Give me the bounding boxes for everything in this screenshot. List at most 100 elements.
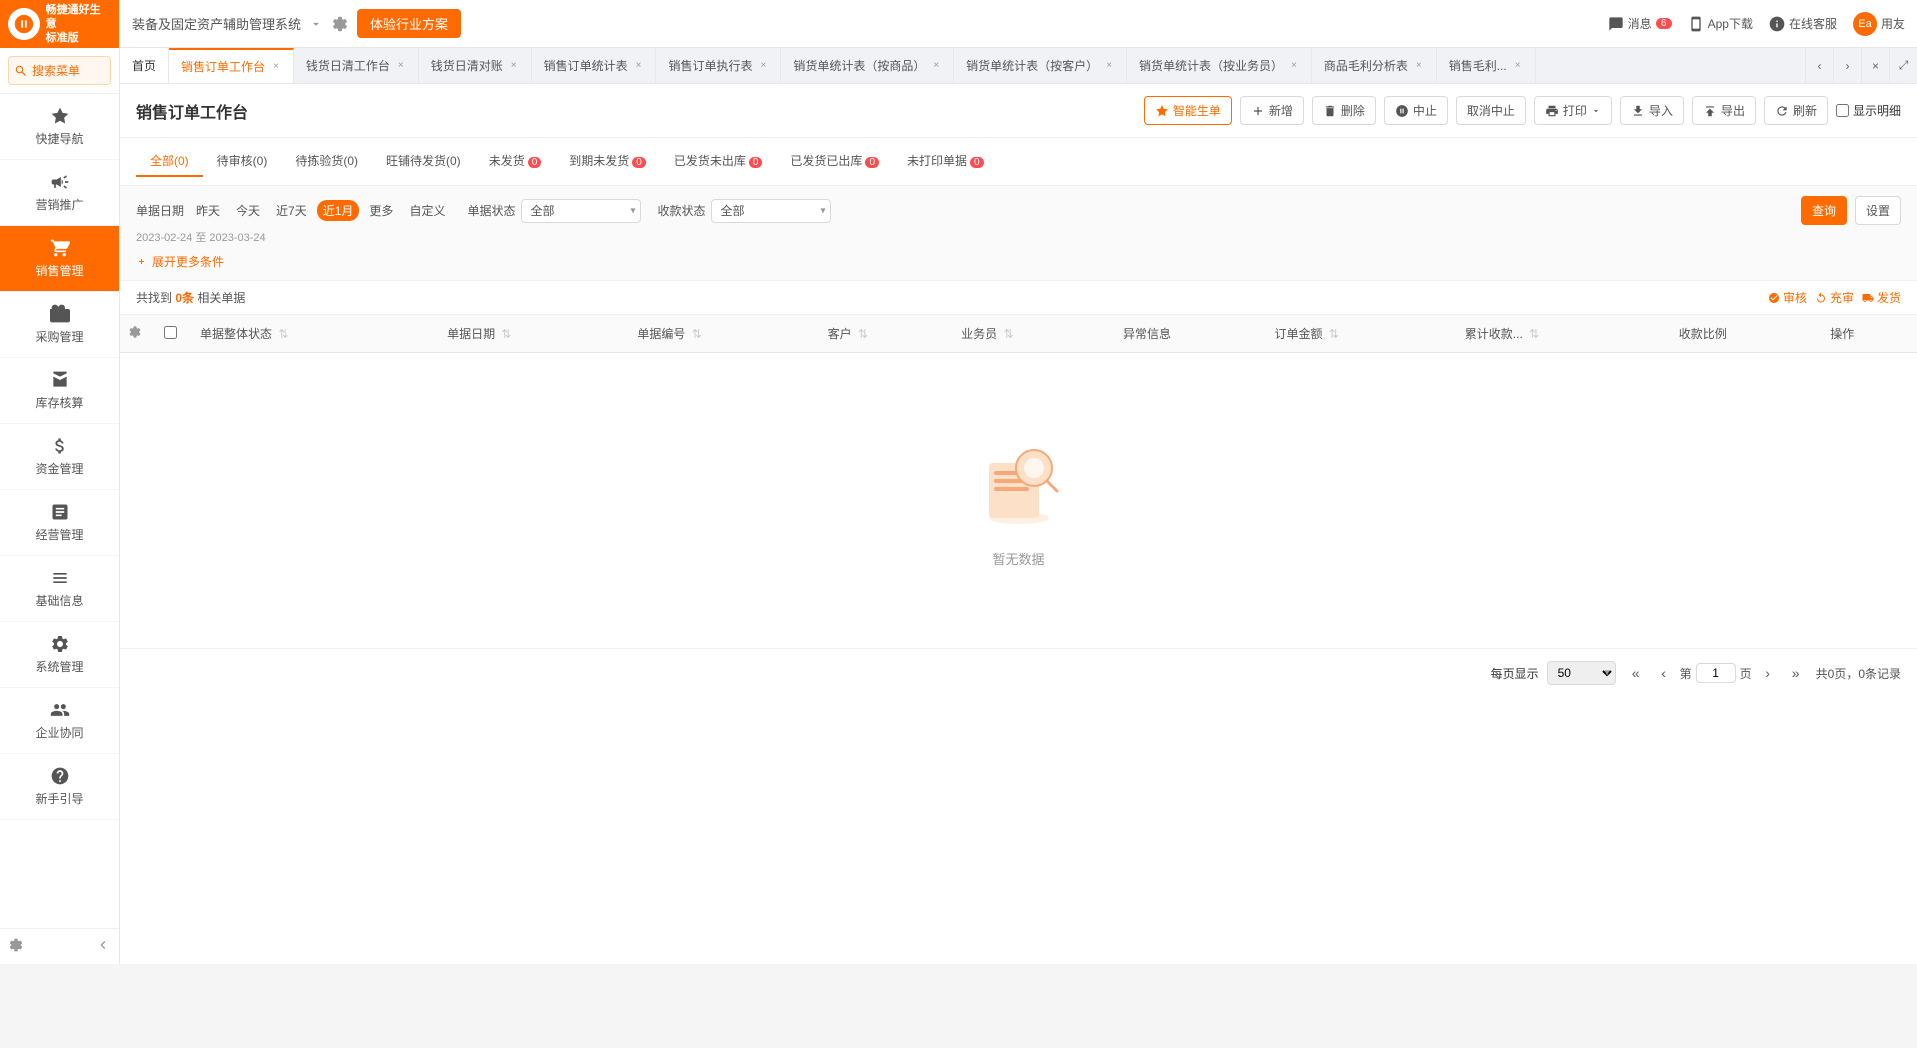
col-settings[interactable] [120,315,156,353]
delete-button[interactable]: 删除 [1312,96,1376,125]
col-checkbox[interactable] [156,315,192,353]
settings-icon[interactable] [8,937,24,956]
message-button[interactable]: 消息 6 [1608,15,1672,32]
tab-close-all[interactable]: × [1861,48,1889,84]
tab-cash-reconcile[interactable]: 钱货日清对账 × [419,48,532,84]
tab-scroll-left[interactable]: ‹ [1805,48,1833,84]
date-opt-more[interactable]: 更多 [363,200,399,221]
date-opt-today[interactable]: 今天 [230,200,266,221]
tab-close-icon[interactable]: × [271,60,281,73]
col-amount[interactable]: 订单金额 ⇅ [1267,315,1457,353]
filter-tab-pending-check[interactable]: 待拣验货(0) [281,146,372,177]
tab-close-icon[interactable]: × [396,59,406,72]
filter-tab-shipped-out[interactable]: 已发货已出库0 [776,146,893,177]
sidebar-item-quick-nav[interactable]: 快捷导航 [0,94,119,160]
filter-tab-wangpu-pending[interactable]: 旺铺待发货(0) [372,146,475,177]
tab-cash-daily[interactable]: 钱货日清工作台 × [294,48,419,84]
tab-sales-execute[interactable]: 销售订单执行表 × [656,48,781,84]
tab-maximize[interactable]: ⤢ [1889,48,1917,84]
col-collected[interactable]: 累计收款... ⇅ [1457,315,1671,353]
ship-action[interactable]: 发货 [1862,289,1901,306]
col-customer[interactable]: 客户 ⇅ [820,315,953,353]
app-download-button[interactable]: App下载 [1688,15,1753,32]
tab-close-icon[interactable]: × [634,59,644,72]
sidebar-item-sales[interactable]: 销售管理 [0,226,119,292]
tab-close-icon[interactable]: × [1414,59,1424,72]
show-detail-checkbox-label[interactable]: 显示明细 [1836,102,1901,119]
col-salesperson[interactable]: 业务员 ⇅ [953,315,1115,353]
sidebar-item-finance[interactable]: 资金管理 [0,424,119,490]
tab-sales-staff[interactable]: 销货单统计表（按业务员） × [1127,48,1312,84]
revoke-action[interactable]: 充审 [1815,289,1854,306]
dropdown-icon[interactable] [309,17,323,31]
collapse-icon[interactable] [95,937,111,956]
next-page-button[interactable]: › [1756,661,1780,685]
cancel-stop-button[interactable]: 取消中止 [1456,96,1526,125]
filter-tab-all[interactable]: 全部(0) [136,146,203,177]
sidebar-item-inventory[interactable]: 库存核算 [0,358,119,424]
tab-profit-analysis[interactable]: 商品毛利分析表 × [1312,48,1437,84]
online-service-button[interactable]: 在线客服 [1769,15,1837,32]
add-button[interactable]: 新增 [1240,96,1304,125]
filter-tab-not-printed[interactable]: 未打印单据0 [893,146,998,177]
tab-sales-product[interactable]: 销货单统计表（按商品） × [781,48,954,84]
tab-close-icon[interactable]: × [1104,59,1114,72]
filter-tab-pending-audit[interactable]: 待审核(0) [203,146,282,177]
tab-sales-customer[interactable]: 销货单统计表（按客户） × [954,48,1127,84]
stop-button[interactable]: 中止 [1384,96,1448,125]
tab-scroll-right[interactable]: › [1833,48,1861,84]
tab-home[interactable]: 首页 [120,48,169,84]
date-opt-custom[interactable]: 自定义 [403,200,451,221]
solution-button[interactable]: 体验行业方案 [357,9,461,38]
tab-close-icon[interactable]: × [758,59,768,72]
last-page-button[interactable]: » [1784,661,1808,685]
first-page-button[interactable]: « [1624,661,1648,685]
import-button[interactable]: 导入 [1620,96,1684,125]
search-menu-button[interactable]: 搜索菜单 [8,56,111,85]
tab-sales-workbench[interactable]: 销售订单工作台 × [169,48,294,84]
audit-action[interactable]: 审核 [1768,289,1807,306]
date-opt-7days[interactable]: 近7天 [270,200,313,221]
sidebar-item-label: 新手引导 [35,790,83,807]
refresh-button[interactable]: 刷新 [1764,96,1828,125]
col-number[interactable]: 单据编号 ⇅ [629,315,819,353]
sidebar-item-purchase[interactable]: 采购管理 [0,292,119,358]
date-opt-1month[interactable]: 近1月 [317,200,360,221]
sidebar-item-cooperation[interactable]: 企业协同 [0,688,119,754]
prev-page-button[interactable]: ‹ [1652,661,1676,685]
sidebar-item-marketing[interactable]: 营销推广 [0,160,119,226]
search-menu-item[interactable]: 搜索菜单 [0,48,119,94]
filter-tab-not-shipped[interactable]: 未发货0 [475,146,556,177]
show-detail-checkbox[interactable] [1836,104,1849,117]
tab-sales-margin[interactable]: 销售毛利... × [1437,48,1536,84]
payment-select[interactable]: 全部 [711,199,831,223]
page-number-input[interactable] [1696,663,1736,683]
sidebar-item-system[interactable]: 系统管理 [0,622,119,688]
user-menu[interactable]: Ea 用友 [1853,12,1905,36]
sidebar-item-basic-info[interactable]: 基础信息 [0,556,119,622]
status-select[interactable]: 全部 [521,199,641,223]
add-label: 新增 [1269,102,1293,119]
date-opt-yesterday[interactable]: 昨天 [190,200,226,221]
tab-close-icon[interactable]: × [931,59,941,72]
tab-close-icon[interactable]: × [509,59,519,72]
settings-filter-button[interactable]: 设置 [1855,196,1901,225]
tab-sales-stats[interactable]: 销售订单统计表 × [532,48,657,84]
filter-tab-overdue-ship[interactable]: 到期未发货0 [555,146,660,177]
page-size-select[interactable]: 20 50 100 200 [1547,661,1616,685]
expand-button[interactable]: 展开更多条件 [136,253,1901,270]
sidebar-item-management[interactable]: 经营管理 [0,490,119,556]
settings-icon[interactable] [331,15,349,33]
filter-tab-shipped-not-out[interactable]: 已发货未出库0 [660,146,777,177]
print-button[interactable]: 打印 [1534,96,1612,125]
sidebar-item-guide[interactable]: 新手引导 [0,754,119,820]
filter-row-1: 单据日期 昨天 今天 近7天 近1月 更多 自定义 单据状态 全部 [136,196,1901,225]
tab-close-icon[interactable]: × [1513,59,1523,72]
col-date[interactable]: 单据日期 ⇅ [439,315,629,353]
query-button[interactable]: 查询 [1801,196,1847,225]
tab-close-icon[interactable]: × [1289,59,1299,72]
status-label: 单据状态 [467,202,515,219]
smart-create-button[interactable]: 智能生单 [1144,96,1232,125]
export-button[interactable]: 导出 [1692,96,1756,125]
select-all-checkbox[interactable] [164,326,177,339]
